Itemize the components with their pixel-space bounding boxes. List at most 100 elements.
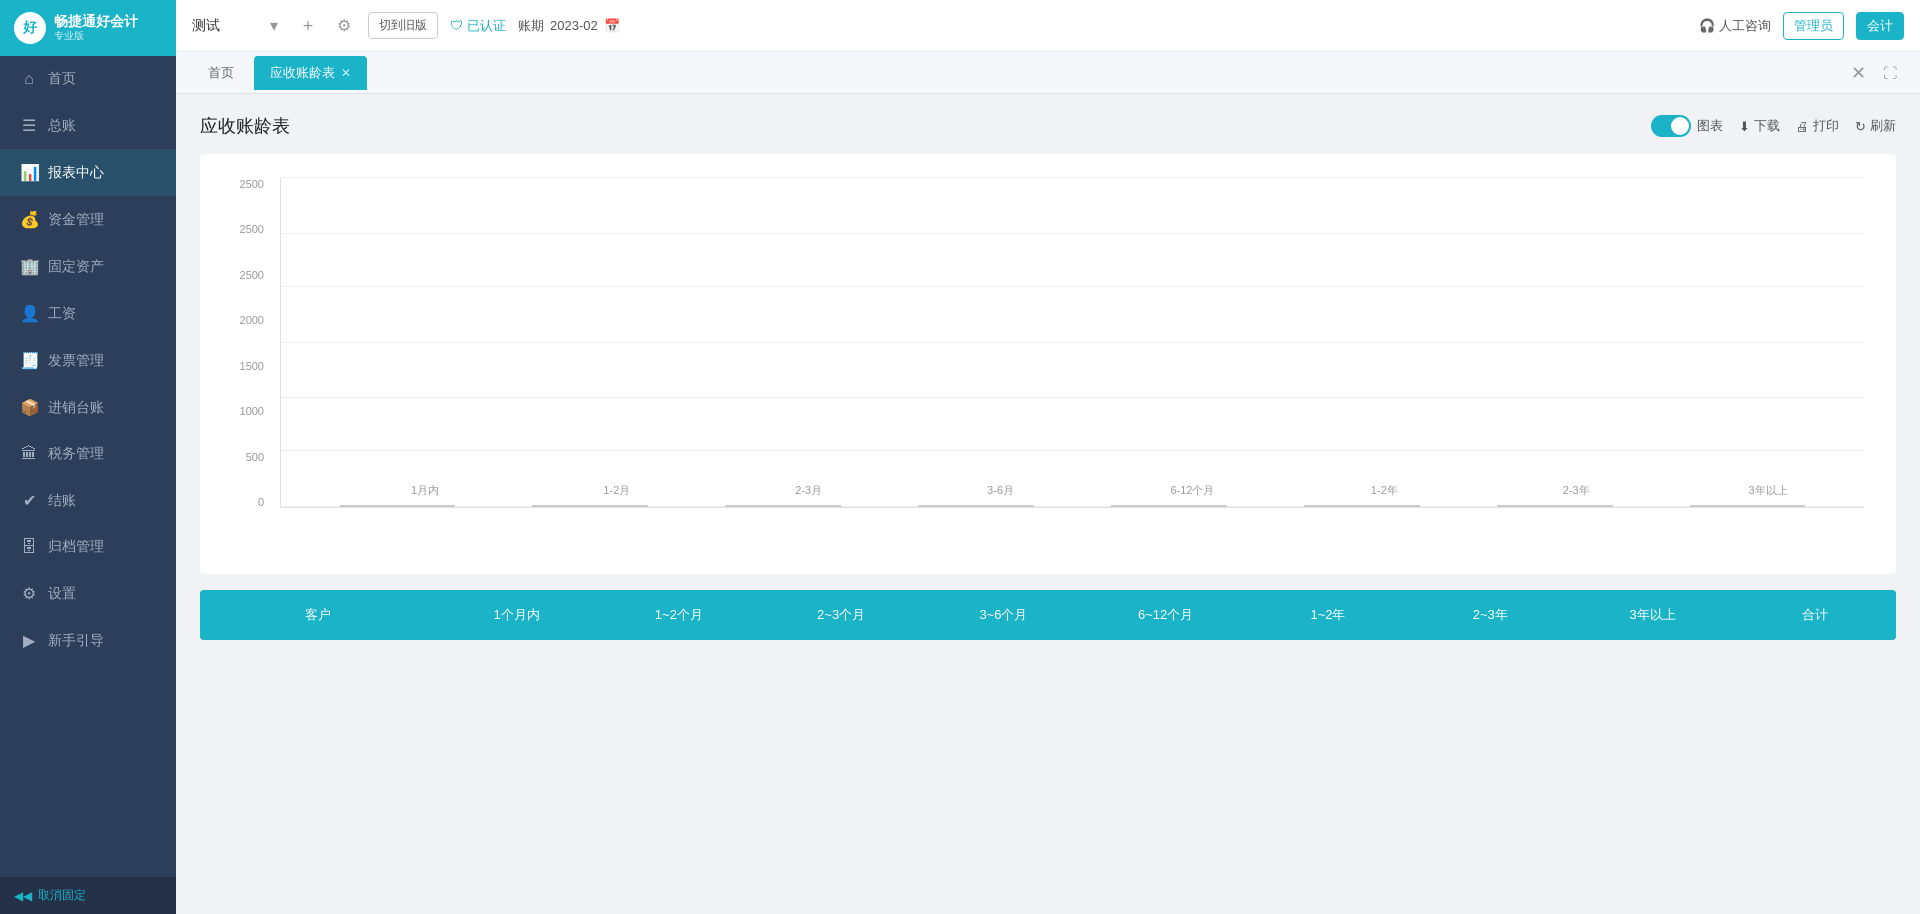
consult-button[interactable]: 🎧 人工咨询 (1699, 17, 1771, 35)
logo-sub: 专业版 (54, 29, 138, 43)
sidebar-pin-button[interactable]: ◀◀ 取消固定 (0, 876, 176, 914)
old-version-button[interactable]: 切到旧版 (368, 12, 438, 39)
sidebar-nav: ⌂ 首页 ☰ 总账 📊 报表中心 💰 资金管理 🏢 固定资产 👤 工资 🧾 发票… (0, 56, 176, 876)
pin-arrow-icon: ◀◀ (14, 889, 32, 903)
y-label-1: 2500 (240, 223, 264, 235)
col-total: 合计 (1734, 590, 1896, 640)
col-12m: 1~2个月 (598, 590, 760, 640)
company-dropdown-icon[interactable]: ▾ (264, 16, 284, 36)
sidebar-item-assets[interactable]: 🏢 固定资产 (0, 243, 176, 290)
period-value: 2023-02 (550, 18, 598, 33)
print-button[interactable]: 🖨 打印 (1796, 117, 1839, 135)
sidebar-item-invoice[interactable]: 🧾 发票管理 (0, 337, 176, 384)
tab-close-icon[interactable]: ✕ (341, 66, 351, 80)
col-612m: 6~12个月 (1085, 590, 1247, 640)
download-button[interactable]: ⬇ 下载 (1739, 117, 1780, 135)
accountant-button[interactable]: 会计 (1856, 12, 1904, 40)
sidebar-item-funds[interactable]: 💰 资金管理 (0, 196, 176, 243)
tab-ar-aging[interactable]: 应收账龄表 ✕ (254, 56, 367, 90)
headset-icon: 🎧 (1699, 18, 1715, 33)
calendar-icon[interactable]: 📅 (604, 18, 620, 33)
chart-toggle[interactable] (1651, 115, 1691, 137)
sidebar-label-reports: 报表中心 (48, 164, 104, 182)
y-label-3: 2000 (240, 314, 264, 326)
sidebar-label-assets: 固定资产 (48, 258, 104, 276)
sidebar-label-invoice: 发票管理 (48, 352, 104, 370)
print-icon: 🖨 (1796, 119, 1809, 134)
col-23y: 2~3年 (1409, 590, 1571, 640)
download-label: 下载 (1754, 117, 1780, 135)
col-36m: 3~6个月 (922, 590, 1084, 640)
funds-icon: 💰 (20, 210, 38, 229)
y-label-7: 0 (258, 496, 264, 508)
logo-icon: 好 (14, 12, 46, 44)
tax-icon: 🏛 (20, 445, 38, 463)
table-header: 客户 1个月内 1~2个月 2~3个月 3~6个月 6~12个月 1~2年 2~… (200, 590, 1896, 640)
chart-plot-area: 1月内 1-2月 2-3月 3-6月 6-12个月 1-2年 2-3年 3年以上 (280, 178, 1864, 508)
tabbar: 首页 应收账龄表 ✕ ✕ ⛶ (176, 52, 1920, 94)
sidebar-logo: 好 畅捷通好会计 专业版 (0, 0, 176, 56)
payroll-icon: 👤 (20, 304, 38, 323)
refresh-label: 刷新 (1870, 117, 1896, 135)
certified-label: 已认证 (467, 17, 506, 35)
sidebar-label-home: 首页 (48, 70, 76, 88)
sidebar-label-inventory: 进销台账 (48, 399, 104, 417)
chart-inner: 2500 2500 2500 2000 1500 1000 500 0 (232, 178, 1864, 538)
x-label-23y: 2-3年 (1480, 477, 1672, 507)
expand-panel-button[interactable]: ⛶ (1876, 59, 1904, 87)
manager-button[interactable]: 管理员 (1783, 12, 1844, 40)
logo-text-wrap: 畅捷通好会计 专业版 (54, 13, 138, 44)
chart-toggle-label: 图表 (1697, 117, 1723, 135)
content-area: 应收账龄表 图表 ⬇ 下载 🖨 打印 ↻ 刷新 (176, 94, 1920, 914)
certified-badge: 🛡 已认证 (450, 17, 506, 35)
sidebar-label-payroll: 工资 (48, 305, 76, 323)
invoice-icon: 🧾 (20, 351, 38, 370)
sidebar-item-reports[interactable]: 📊 报表中心 (0, 149, 176, 196)
chart-container: 2500 2500 2500 2000 1500 1000 500 0 (200, 154, 1896, 574)
sidebar-item-guide[interactable]: ▶ 新手引导 (0, 617, 176, 664)
refresh-icon: ↻ (1855, 119, 1866, 134)
closing-icon: ✔ (20, 491, 38, 510)
sidebar-item-archive[interactable]: 🗄 归档管理 (0, 524, 176, 570)
ledger-icon: ☰ (20, 116, 38, 135)
reports-icon: 📊 (20, 163, 38, 182)
archive-icon: 🗄 (20, 538, 38, 556)
add-button[interactable]: + (296, 14, 320, 38)
sidebar-item-home[interactable]: ⌂ 首页 (0, 56, 176, 102)
sidebar-item-tax[interactable]: 🏛 税务管理 (0, 431, 176, 477)
main-area: 测试 ▾ + ⚙ 切到旧版 🛡 已认证 账期 2023-02 📅 🎧 人工咨询 … (176, 0, 1920, 914)
print-label: 打印 (1813, 117, 1839, 135)
tab-home[interactable]: 首页 (192, 56, 250, 90)
refresh-button[interactable]: ↻ 刷新 (1855, 117, 1896, 135)
sidebar-label-closing: 结账 (48, 492, 76, 510)
y-label-2: 2500 (240, 269, 264, 281)
page-title: 应收账龄表 (200, 114, 290, 138)
home-icon: ⌂ (20, 70, 38, 88)
sidebar-item-settings[interactable]: ⚙ 设置 (0, 570, 176, 617)
assets-icon: 🏢 (20, 257, 38, 276)
inventory-icon: 📦 (20, 398, 38, 417)
col-1m: 1个月内 (435, 590, 597, 640)
chart-bars (281, 178, 1864, 507)
ar-aging-table: 客户 1个月内 1~2个月 2~3个月 3~6个月 6~12个月 1~2年 2~… (200, 590, 1896, 640)
sidebar-item-inventory[interactable]: 📦 进销台账 (0, 384, 176, 431)
company-name: 测试 (192, 17, 252, 35)
settings-icon: ⚙ (20, 584, 38, 603)
col-3yplus: 3年以上 (1571, 590, 1733, 640)
sidebar-item-closing[interactable]: ✔ 结账 (0, 477, 176, 524)
x-label-12m: 1-2月 (521, 477, 713, 507)
col-23m: 2~3个月 (760, 590, 922, 640)
shield-icon: 🛡 (450, 18, 463, 33)
sidebar: 好 畅捷通好会计 专业版 ⌂ 首页 ☰ 总账 📊 报表中心 💰 资金管理 🏢 固… (0, 0, 176, 914)
chart-y-axis: 2500 2500 2500 2000 1500 1000 500 0 (232, 178, 272, 508)
logo-name: 畅捷通好会计 (54, 13, 138, 30)
sidebar-label-tax: 税务管理 (48, 445, 104, 463)
settings-gear-icon[interactable]: ⚙ (332, 14, 356, 38)
y-label-5: 1000 (240, 405, 264, 417)
sidebar-item-ledger[interactable]: ☰ 总账 (0, 102, 176, 149)
close-panel-button[interactable]: ✕ (1844, 59, 1872, 87)
download-icon: ⬇ (1739, 119, 1750, 134)
x-label-23m: 2-3月 (713, 477, 905, 507)
consult-label: 人工咨询 (1719, 17, 1771, 35)
sidebar-item-payroll[interactable]: 👤 工资 (0, 290, 176, 337)
